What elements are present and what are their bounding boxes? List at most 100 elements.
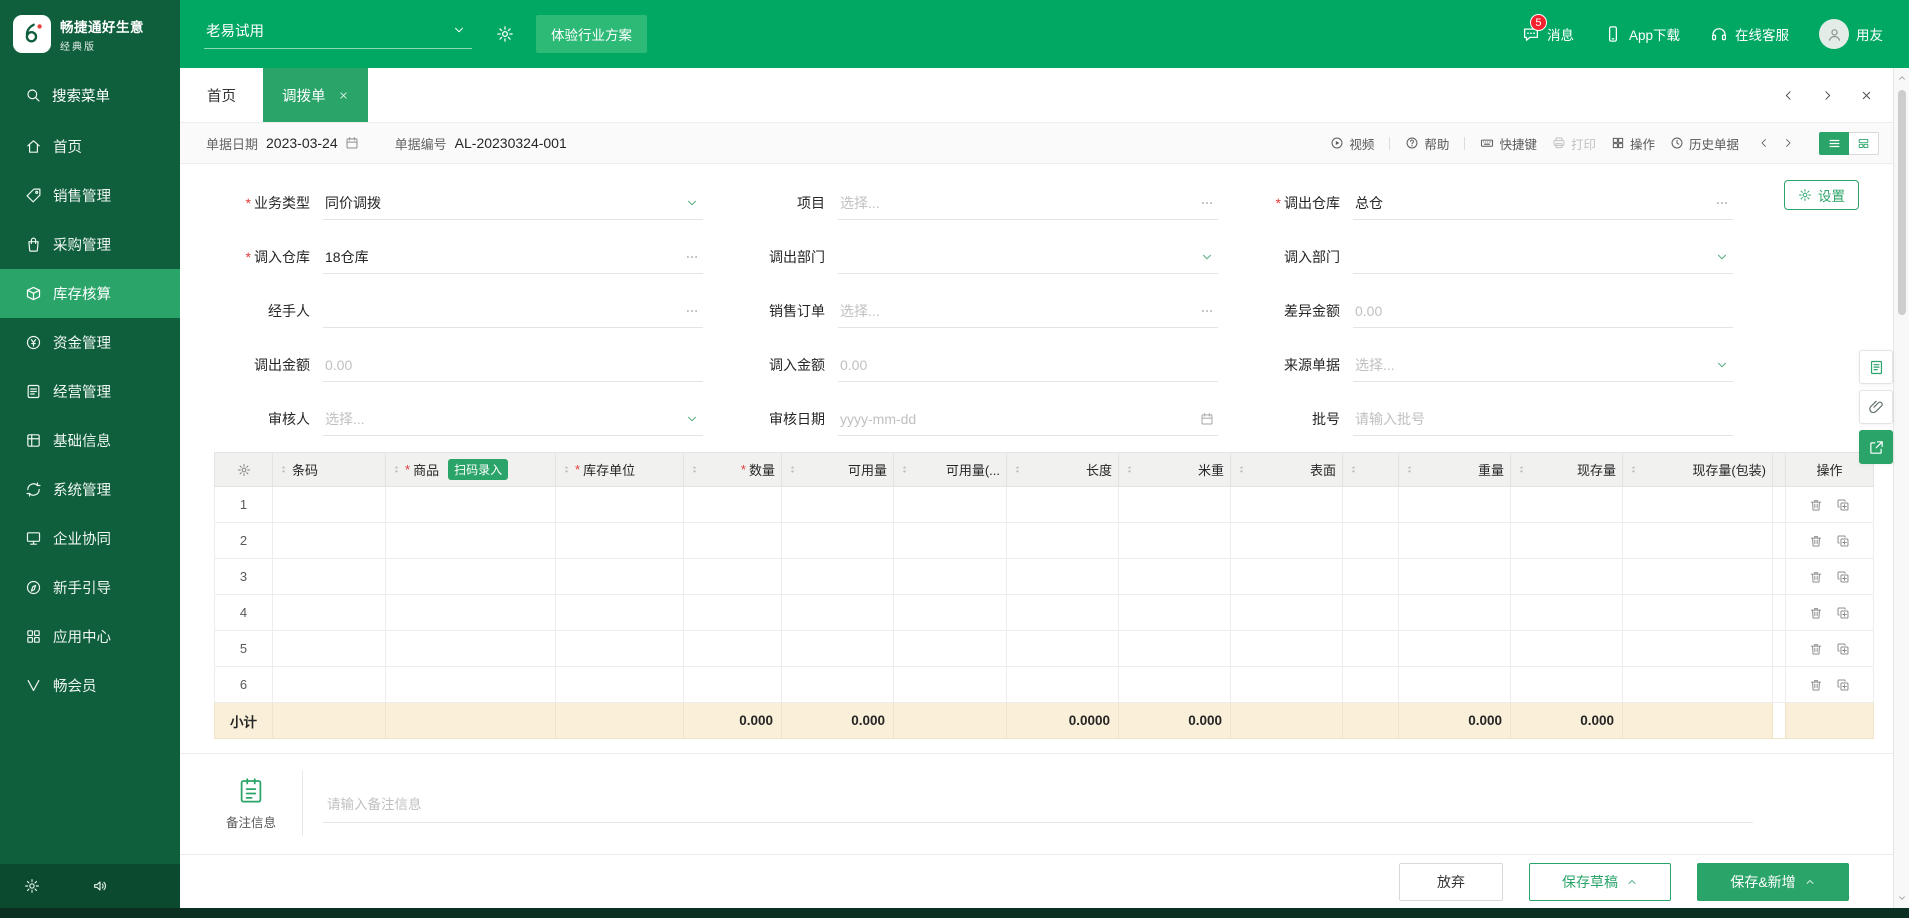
business-type-input[interactable]: 同价调拨 [323,186,703,220]
sort-icon[interactable] [1013,463,1022,476]
tab-scroll-right-icon[interactable] [1821,89,1834,102]
column-settings-icon[interactable] [221,463,266,477]
col-on-hand-pkg-header[interactable]: 现存量(包装) [1622,452,1773,487]
cell-barcode[interactable] [272,522,386,559]
scroll-up-icon[interactable] [1897,73,1907,83]
sort-icon[interactable] [900,463,909,476]
cell-available[interactable] [781,558,894,595]
cell-meter-weight[interactable] [1118,594,1231,631]
in-warehouse-input[interactable]: 18仓库 [323,240,703,274]
chevron-down-icon[interactable] [1200,250,1214,264]
cell-on-hand[interactable] [1510,486,1623,523]
notes-input[interactable]: 请输入备注信息 [323,783,1753,823]
cell-length[interactable] [1006,558,1119,595]
cell-quantity[interactable] [683,558,782,595]
tabs-close-icon[interactable] [1860,89,1873,102]
sidebar-item-sales[interactable]: 销售管理 [0,171,180,220]
cell-length[interactable] [1006,522,1119,559]
cell-weight[interactable] [1398,594,1511,631]
workspace-select[interactable]: 老易试用 [204,20,472,49]
col-quantity-header[interactable]: * 数量 [683,452,782,487]
out-department-input[interactable] [838,240,1218,274]
cell-product[interactable] [385,666,556,703]
more-icon[interactable] [685,250,699,264]
cell-available[interactable] [781,486,894,523]
cell-on-hand[interactable] [1510,594,1623,631]
sidebar-item-guide[interactable]: 新手引导 [0,563,180,612]
cell-length[interactable] [1006,630,1119,667]
cell-on-hand-pkg[interactable] [1622,666,1773,703]
delete-row-icon[interactable] [1809,606,1823,620]
next-record-icon[interactable] [1782,137,1794,149]
col-weight-header[interactable]: 重量 [1398,452,1511,487]
cell-surface[interactable] [1230,666,1343,703]
cell-barcode[interactable] [272,558,386,595]
cell-stock-unit[interactable] [555,558,684,595]
sales-order-input[interactable]: 选择... [838,294,1218,328]
delete-row-icon[interactable] [1809,498,1823,512]
sort-icon[interactable] [562,463,571,476]
copy-row-icon[interactable] [1836,498,1850,512]
cell-barcode[interactable] [272,594,386,631]
cell-quantity[interactable] [683,594,782,631]
messages-button[interactable]: 5 消息 [1522,14,1574,44]
col-barcode-header[interactable]: 条码 [272,452,386,487]
cell-stock-unit[interactable] [555,486,684,523]
help-button[interactable]: 帮助 [1405,134,1449,153]
cell-available[interactable] [781,594,894,631]
difference-amount-input[interactable]: 0.00 [1353,294,1733,328]
cell-weight[interactable] [1398,486,1511,523]
cell-on-hand-pkg[interactable] [1622,522,1773,559]
form-settings-button[interactable]: 设置 [1784,180,1859,210]
delete-row-icon[interactable] [1809,678,1823,692]
sort-icon[interactable] [1405,463,1414,476]
settings-gear-icon[interactable] [24,878,40,894]
video-button[interactable]: 视频 [1330,134,1374,153]
cell-length[interactable] [1006,594,1119,631]
cell-barcode[interactable] [272,630,386,667]
topbar-gear-icon[interactable] [496,25,514,43]
cell-product[interactable] [385,630,556,667]
cell-surface[interactable] [1230,522,1343,559]
cell-available[interactable] [781,630,894,667]
scrollbar-thumb[interactable] [1897,90,1906,315]
cell-stock-unit[interactable] [555,594,684,631]
copy-row-icon[interactable] [1836,642,1850,656]
sidebar-item-basic-info[interactable]: 基础信息 [0,416,180,465]
cell-stock-unit[interactable] [555,522,684,559]
batch-no-input[interactable]: 请输入批号 [1353,402,1733,436]
cell-available-pkg[interactable] [893,594,1007,631]
copy-row-icon[interactable] [1836,570,1850,584]
more-icon[interactable] [1200,304,1214,318]
delete-row-icon[interactable] [1809,570,1823,584]
chevron-down-icon[interactable] [685,412,699,426]
cell-weight[interactable] [1398,522,1511,559]
card-view-toggle[interactable] [1849,131,1879,155]
chevron-down-icon[interactable] [685,196,699,210]
cell-barcode[interactable] [272,666,386,703]
cell-meter-weight[interactable] [1118,666,1231,703]
cell-barcode[interactable] [272,486,386,523]
copy-row-icon[interactable] [1836,606,1850,620]
review-date-input[interactable]: yyyy-mm-dd [838,402,1218,436]
doc-date-value[interactable]: 2023-03-24 [266,135,338,151]
cell-meter-weight[interactable] [1118,486,1231,523]
cell-length[interactable] [1006,486,1119,523]
sort-icon[interactable] [690,463,699,476]
cell-meter-weight[interactable] [1118,522,1231,559]
sidebar-item-system[interactable]: 系统管理 [0,465,180,514]
cell-available[interactable] [781,522,894,559]
sort-icon[interactable] [1517,463,1526,476]
calendar-icon[interactable] [1200,412,1214,426]
list-view-toggle[interactable] [1819,131,1849,155]
sort-icon[interactable] [1349,463,1358,476]
cell-available-pkg[interactable] [893,558,1007,595]
print-button[interactable]: 打印 [1552,134,1596,153]
cell-quantity[interactable] [683,666,782,703]
cell-available-pkg[interactable] [893,630,1007,667]
online-service-button[interactable]: 在线客服 [1710,24,1789,44]
cell-meter-weight[interactable] [1118,630,1231,667]
sort-icon[interactable] [1237,463,1246,476]
sort-icon[interactable] [1629,463,1638,476]
col-meter-weight-header[interactable]: 米重 [1118,452,1231,487]
